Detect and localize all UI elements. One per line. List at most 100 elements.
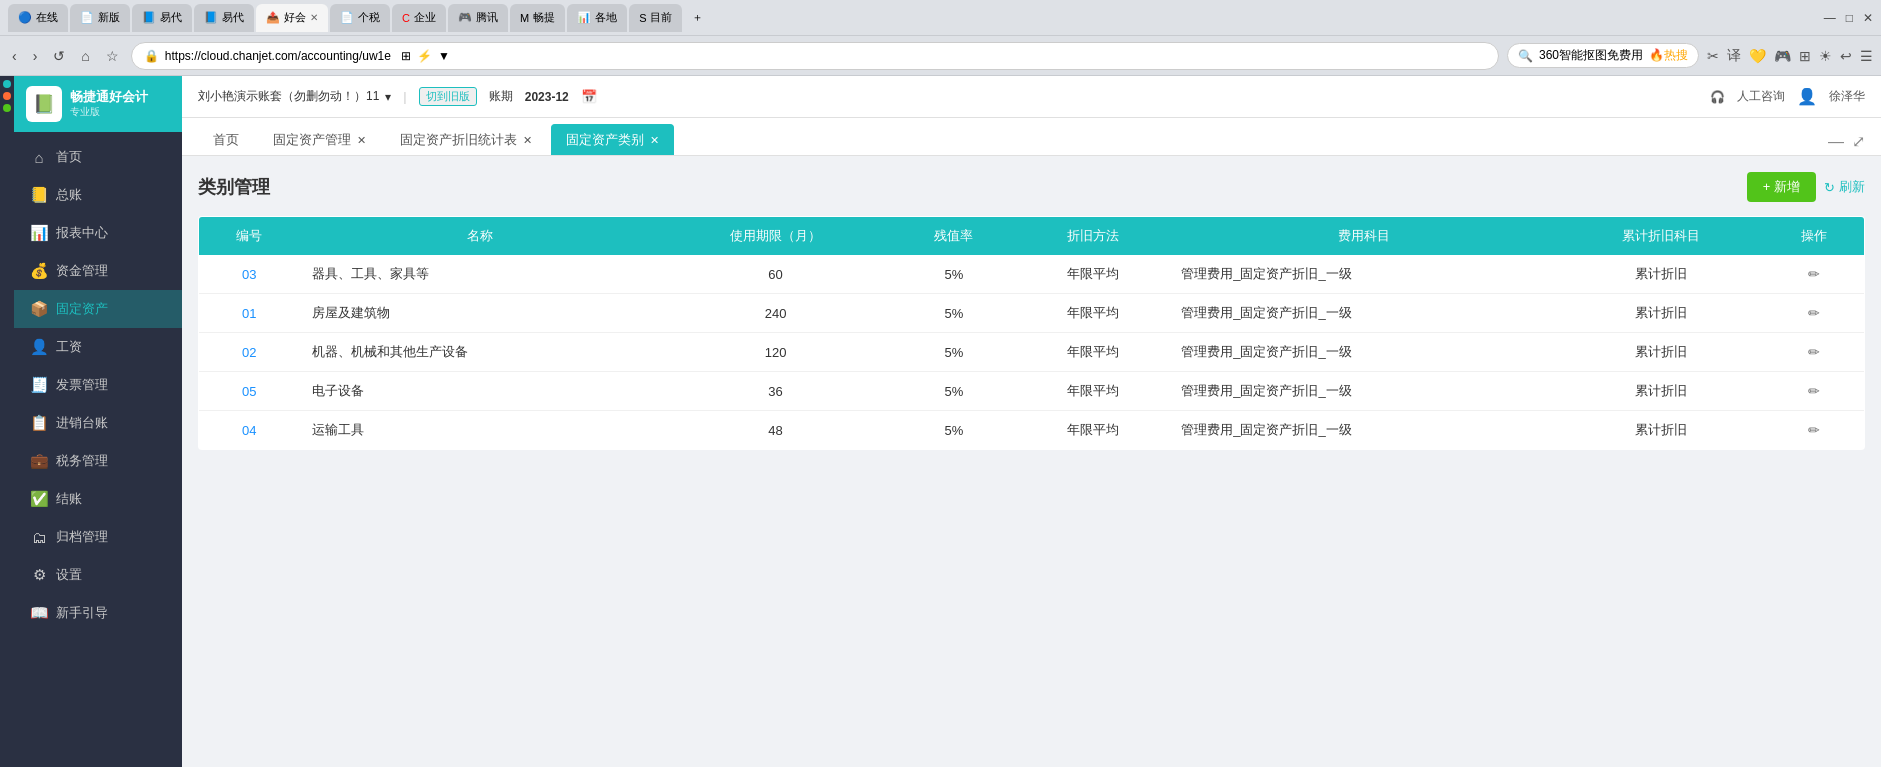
wallet-icon[interactable]: 💛 <box>1749 48 1766 64</box>
browser-toolbar: ✂ 译 💛 🎮 ⊞ ☀ ↩ ☰ <box>1707 47 1873 65</box>
edit-button[interactable]: ✏ <box>1808 266 1820 282</box>
page-content: 类别管理 + 新增 ↻ 刷新 编号 名称 使用期限（月） 残值率 <box>182 156 1881 767</box>
sidebar-item-archive[interactable]: 🗂 归档管理 <box>14 518 182 556</box>
bookmark-button[interactable]: ☆ <box>102 44 123 68</box>
header-actions: + 新增 ↻ 刷新 <box>1747 172 1865 202</box>
cell-expense: 管理费用_固定资产折旧_一级 <box>1169 255 1559 294</box>
table-row: 05 电子设备 36 5% 年限平均 管理费用_固定资产折旧_一级 累计折旧 ✏ <box>199 372 1865 411</box>
dropdown-icon[interactable]: ▾ <box>385 90 391 104</box>
sidebar-item-ledger[interactable]: 📒 总账 <box>14 176 182 214</box>
home-button[interactable]: ⌂ <box>77 44 93 68</box>
separator: | <box>403 89 406 104</box>
col-method: 折旧方法 <box>1017 217 1169 256</box>
sidebar-item-reports[interactable]: 📊 报表中心 <box>14 214 182 252</box>
browser-tab-gedi[interactable]: 📊 各地 <box>567 4 627 32</box>
cut-icon[interactable]: ✂ <box>1707 48 1719 64</box>
menu-icon[interactable]: ☰ <box>1860 48 1873 64</box>
browser-tab-mumu[interactable]: S 目前 <box>629 4 682 32</box>
close-window-button[interactable]: ✕ <box>1863 11 1873 25</box>
sidebar-item-tax[interactable]: 💼 税务管理 <box>14 442 182 480</box>
edit-button[interactable]: ✏ <box>1808 305 1820 321</box>
grid-icon[interactable]: ⊞ <box>1799 48 1811 64</box>
sidebar-item-guide[interactable]: 📖 新手引导 <box>14 594 182 632</box>
forward-button[interactable]: › <box>29 44 42 68</box>
money-icon: 💰 <box>30 262 48 280</box>
browser-tab-new[interactable]: 📄 新版 <box>70 4 130 32</box>
maximize-button[interactable]: □ <box>1846 11 1853 25</box>
edit-button[interactable]: ✏ <box>1808 344 1820 360</box>
lightning-icon[interactable]: ⚡ <box>417 49 432 63</box>
minimize-button[interactable]: — <box>1824 11 1836 25</box>
game-icon[interactable]: 🎮 <box>1774 48 1791 64</box>
browser-tab-yidai2[interactable]: 📘 易代 <box>194 4 254 32</box>
reload-button[interactable]: ↺ <box>49 44 69 68</box>
sidebar-item-settlement[interactable]: ✅ 结账 <box>14 480 182 518</box>
switch-version-button[interactable]: 切到旧版 <box>419 87 477 106</box>
period-value: 2023-12 <box>525 90 569 104</box>
sidebar-item-home[interactable]: ⌂ 首页 <box>14 138 182 176</box>
sidebar-item-invoice[interactable]: 🧾 发票管理 <box>14 366 182 404</box>
refresh-icon: ↻ <box>1824 180 1835 195</box>
edit-button[interactable]: ✏ <box>1808 422 1820 438</box>
cell-period: 60 <box>660 255 890 294</box>
close-icon[interactable]: ✕ <box>310 12 318 23</box>
browser-tab-tax[interactable]: 📄 个税 <box>330 4 390 32</box>
browser-tab-haohui[interactable]: 📤 好会 ✕ <box>256 4 328 32</box>
sidebar-item-funds[interactable]: 💰 资金管理 <box>14 252 182 290</box>
tab-icon: M <box>520 12 529 24</box>
header-username: 徐泽华 <box>1829 88 1865 105</box>
address-url: https://cloud.chanjet.com/accounting/uw1… <box>165 49 391 63</box>
table-row: 01 房屋及建筑物 240 5% 年限平均 管理费用_固定资产折旧_一级 累计折… <box>199 294 1865 333</box>
window-minimize-button[interactable]: — <box>1828 133 1844 151</box>
site-info-icon[interactable]: ⊞ <box>401 49 411 63</box>
edit-button[interactable]: ✏ <box>1808 383 1820 399</box>
search-bar[interactable]: 🔍 360智能抠图免费用 🔥热搜 <box>1507 43 1699 68</box>
tab-asset-management[interactable]: 固定资产管理 ✕ <box>258 124 381 155</box>
refresh-button[interactable]: ↻ 刷新 <box>1824 178 1865 196</box>
browser-tab-yidai1[interactable]: 📘 易代 <box>132 4 192 32</box>
close-icon[interactable]: ✕ <box>357 134 366 147</box>
back-button[interactable]: ‹ <box>8 44 21 68</box>
calendar-icon[interactable]: 📅 <box>581 89 597 104</box>
tab-asset-category[interactable]: 固定资产类别 ✕ <box>551 124 674 155</box>
sidebar-item-assets[interactable]: 📦 固定资产 <box>14 290 182 328</box>
browser-tab-tencent[interactable]: 🎮 腾讯 <box>448 4 508 32</box>
new-tab-button[interactable]: ＋ <box>684 4 711 32</box>
sidebar-item-label: 税务管理 <box>56 452 108 470</box>
guide-icon: 📖 <box>30 604 48 622</box>
cell-name: 机器、机械和其他生产设备 <box>300 333 661 372</box>
cell-action: ✏ <box>1763 333 1864 372</box>
sidebar-item-settings[interactable]: ⚙ 设置 <box>14 556 182 594</box>
browser-tab-enterprise[interactable]: C 企业 <box>392 4 446 32</box>
col-accumulated: 累计折旧科目 <box>1559 217 1763 256</box>
tab-icon: 📘 <box>204 11 218 24</box>
sidebar-item-label: 报表中心 <box>56 224 108 242</box>
tab-label: 在线 <box>36 10 58 25</box>
sidebar-item-ledger-book[interactable]: 📋 进销台账 <box>14 404 182 442</box>
sidebar-item-label: 首页 <box>56 148 82 166</box>
left-accent-bar <box>0 76 14 767</box>
tab-depreciation-stats[interactable]: 固定资产折旧统计表 ✕ <box>385 124 547 155</box>
cell-action: ✏ <box>1763 294 1864 333</box>
header-left: 刘小艳演示账套（勿删勿动！）11 ▾ | 切到旧版 账期 2023-12 📅 <box>198 87 597 106</box>
close-icon[interactable]: ✕ <box>523 134 532 147</box>
sidebar-item-payroll[interactable]: 👤 工资 <box>14 328 182 366</box>
col-name: 名称 <box>300 217 661 256</box>
tab-home[interactable]: 首页 <box>198 124 254 155</box>
user-info: 刘小艳演示账套（勿删勿动！）11 ▾ <box>198 88 391 105</box>
browser-tab-changtui[interactable]: M 畅提 <box>510 4 565 32</box>
app-title: 畅捷通好会计 <box>70 89 148 106</box>
cell-accumulated: 累计折旧 <box>1559 372 1763 411</box>
undo-icon[interactable]: ↩ <box>1840 48 1852 64</box>
window-expand-button[interactable]: ⤢ <box>1852 132 1865 151</box>
address-bar[interactable]: 🔒 https://cloud.chanjet.com/accounting/u… <box>131 42 1499 70</box>
browser-tab-online[interactable]: 🔵 在线 <box>8 4 68 32</box>
cell-residual: 5% <box>891 372 1017 411</box>
brightness-icon[interactable]: ☀ <box>1819 48 1832 64</box>
period-label: 账期 <box>489 88 513 105</box>
add-button[interactable]: + 新增 <box>1747 172 1816 202</box>
translate-icon[interactable]: 译 <box>1727 47 1741 65</box>
support-label[interactable]: 人工咨询 <box>1737 88 1785 105</box>
close-icon[interactable]: ✕ <box>650 134 659 147</box>
expand-icon[interactable]: ▼ <box>438 49 450 63</box>
